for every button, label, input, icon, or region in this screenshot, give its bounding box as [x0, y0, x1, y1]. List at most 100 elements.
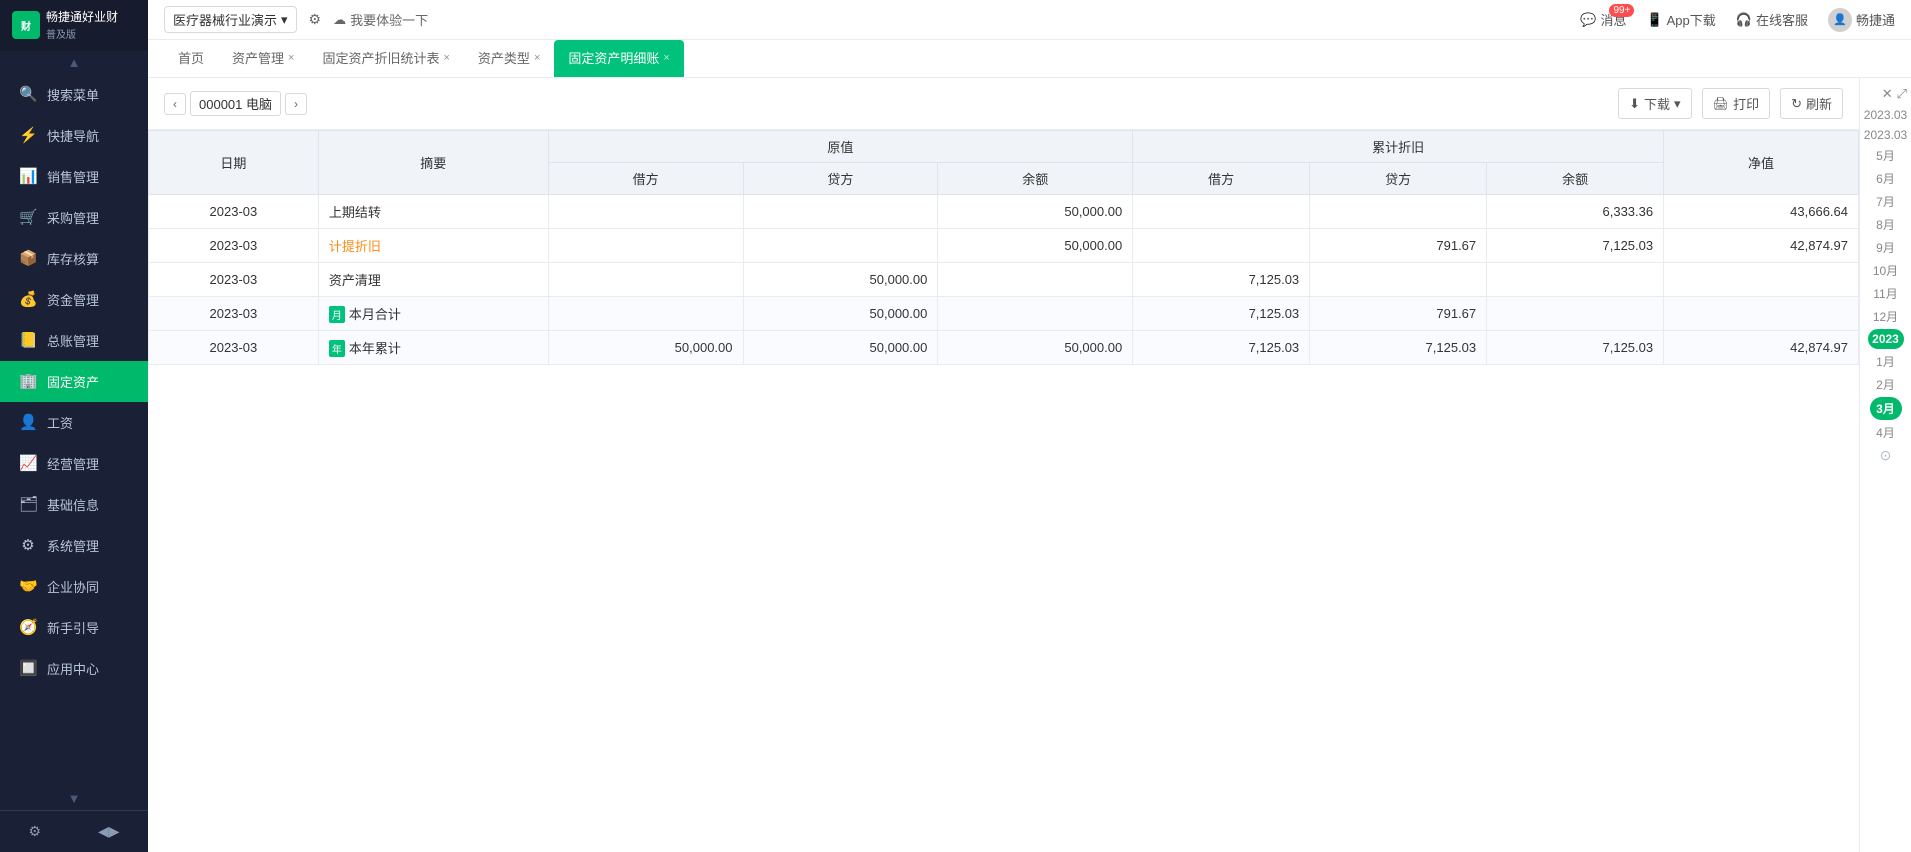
month-item-10[interactable]: 10月: [1860, 259, 1911, 282]
settings-button[interactable]: ⚙: [309, 11, 322, 28]
sidebar-item-salary[interactable]: 👤 工资: [0, 402, 148, 443]
month-item-9[interactable]: 9月: [1860, 236, 1911, 259]
gear-icon: ⚙: [19, 536, 37, 554]
building-icon: 🏢: [19, 372, 37, 390]
table-row-year-total: 2023-03 年本年累计 50,000.00 50,000.00 50,000…: [149, 331, 1859, 365]
month-item-2[interactable]: 2月: [1860, 373, 1911, 396]
tab-label: 固定资产折旧统计表: [322, 48, 439, 67]
cell-dep-balance: 7,125.03: [1487, 229, 1664, 263]
lightning-icon: ⚡: [19, 126, 37, 144]
cell-summary: 月本月合计: [318, 297, 548, 331]
cell-orig-credit: 50,000.00: [743, 331, 938, 365]
cell-net-value: 42,874.97: [1664, 229, 1859, 263]
download-label: App下载: [1667, 10, 1716, 29]
cell-orig-debit: [548, 229, 743, 263]
tab-asset-manage[interactable]: 资产管理 ×: [218, 40, 308, 77]
main-content: 医疗器械行业演示 ▾ ⚙ ☁ 我要体验一下 💬 消息 99+ 📱 App下载 🎧…: [148, 0, 1911, 852]
company-selector[interactable]: 医疗器械行业演示 ▾: [164, 6, 297, 33]
close-panel-icon[interactable]: ✕: [1882, 86, 1893, 102]
panel-scroll-down[interactable]: ⊙: [1877, 444, 1895, 467]
tab-close-icon[interactable]: ×: [288, 52, 294, 64]
message-action[interactable]: 💬 消息 99+: [1580, 10, 1626, 29]
sidebar-item-basic-info[interactable]: 🗂 基础信息: [0, 484, 148, 525]
refresh-button[interactable]: ↻ 刷新: [1780, 88, 1843, 119]
tab-asset-type[interactable]: 资产类型 ×: [464, 40, 554, 77]
tab-close-icon[interactable]: ×: [534, 52, 540, 64]
cell-orig-debit: [548, 263, 743, 297]
collapse-btn[interactable]: ◀▶: [90, 819, 128, 844]
sidebar-item-fund[interactable]: 💰 资金管理: [0, 279, 148, 320]
print-icon: 🖨: [1713, 96, 1730, 112]
sidebar-item-fixed-asset[interactable]: 🏢 固定资产: [0, 361, 148, 402]
sidebar-item-quick-nav[interactable]: ⚡ 快捷导航: [0, 115, 148, 156]
sidebar-item-guide[interactable]: 🧭 新手引导: [0, 607, 148, 648]
download-action[interactable]: 📱 App下载: [1646, 10, 1715, 29]
service-action[interactable]: 🎧 在线客服: [1736, 10, 1808, 29]
sidebar-item-label: 经营管理: [47, 454, 99, 473]
tab-home[interactable]: 首页: [164, 40, 218, 77]
sidebar-item-enterprise[interactable]: 🤝 企业协同: [0, 566, 148, 607]
year-header-label: 2023.03: [1860, 104, 1911, 124]
print-button[interactable]: 🖨 打印: [1702, 88, 1771, 119]
tab-close-icon[interactable]: ×: [443, 52, 449, 64]
sidebar-item-label: 新手引导: [47, 618, 99, 637]
th-dep-debit: 借方: [1133, 163, 1310, 195]
tab-label: 资产类型: [478, 48, 530, 67]
month-item-5[interactable]: 5月: [1860, 144, 1911, 167]
month-item-6[interactable]: 6月: [1860, 167, 1911, 190]
th-dep-credit: 贷方: [1310, 163, 1487, 195]
tab-depreciation-table[interactable]: 固定资产折旧统计表 ×: [308, 40, 463, 77]
table-row: 2023-03 计提折旧 50,000.00 791.67 7,125.03 4…: [149, 229, 1859, 263]
cell-orig-balance: 50,000.00: [938, 331, 1133, 365]
expand-panel-icon[interactable]: ⤢: [1897, 86, 1907, 102]
sidebar-scroll-down[interactable]: ▼: [0, 787, 148, 810]
cell-dep-debit: 7,125.03: [1133, 263, 1310, 297]
prev-asset-button[interactable]: ‹: [164, 93, 186, 115]
month-item-7[interactable]: 7月: [1860, 190, 1911, 213]
cell-dep-credit: 791.67: [1310, 297, 1487, 331]
cell-dep-balance: [1487, 297, 1664, 331]
service-label: 在线客服: [1756, 10, 1808, 29]
tab-asset-detail[interactable]: 固定资产明细账 ×: [554, 40, 683, 77]
message-badge: 99+: [1609, 4, 1634, 17]
page-body: ‹ 000001 电脑 › ⬇ 下载 ▾ 🖨 打印 ↻: [148, 78, 1911, 852]
badge-icon: 月: [329, 306, 345, 323]
download-button[interactable]: ⬇ 下载 ▾: [1618, 88, 1691, 119]
user-action[interactable]: 👤 畅捷通: [1828, 8, 1895, 32]
app-logo: 财 畅捷通好业财 普及版: [0, 0, 148, 51]
sidebar-scroll-up[interactable]: ▲: [0, 51, 148, 74]
tab-label: 固定资产明细账: [568, 48, 659, 67]
month-item-1[interactable]: 1月: [1860, 350, 1911, 373]
cell-net-value: 42,874.97: [1664, 331, 1859, 365]
next-asset-button[interactable]: ›: [285, 93, 307, 115]
download-label: 下载: [1644, 94, 1670, 113]
sidebar-item-inventory[interactable]: 📦 库存核算: [0, 238, 148, 279]
month-item-3[interactable]: 3月: [1870, 397, 1902, 420]
year-label-2023[interactable]: 2023: [1868, 329, 1904, 349]
sidebar-item-operation[interactable]: 📈 经营管理: [0, 443, 148, 484]
month-item-11[interactable]: 11月: [1860, 282, 1911, 305]
right-panel: ✕ ⤢ 2023.03 2023.03 5月 6月 7月 8月 9月 10月 1…: [1859, 78, 1911, 852]
sidebar-item-sales[interactable]: 📊 销售管理: [0, 156, 148, 197]
settings-bottom-btn[interactable]: ⚙: [20, 819, 49, 844]
th-original-value: 原值: [548, 131, 1133, 163]
cell-orig-balance: 50,000.00: [938, 195, 1133, 229]
experience-button[interactable]: ☁ 我要体验一下: [333, 10, 428, 29]
sidebar-item-sys-manage[interactable]: ⚙ 系统管理: [0, 525, 148, 566]
sidebar-item-ledger[interactable]: 📒 总账管理: [0, 320, 148, 361]
cell-net-value: [1664, 297, 1859, 331]
sidebar-item-search[interactable]: 🔍 搜索菜单: [0, 74, 148, 115]
cell-net-value: 43,666.64: [1664, 195, 1859, 229]
sidebar-nav: 🔍 搜索菜单 ⚡ 快捷导航 📊 销售管理 🛒 采购管理 📦 库存核算 💰 资金管…: [0, 74, 148, 787]
sidebar-item-app-center[interactable]: 🔲 应用中心: [0, 648, 148, 689]
cell-orig-credit: [743, 229, 938, 263]
sidebar-item-label: 快捷导航: [47, 126, 99, 145]
tab-close-icon[interactable]: ×: [663, 52, 669, 64]
month-item-12[interactable]: 12月: [1860, 305, 1911, 328]
month-item-4[interactable]: 4月: [1860, 421, 1911, 444]
month-item-8[interactable]: 8月: [1860, 213, 1911, 236]
chart-icon: 📊: [19, 167, 37, 185]
sidebar-item-purchase[interactable]: 🛒 采购管理: [0, 197, 148, 238]
handshake-icon: 🤝: [19, 577, 37, 595]
table-row-month-total: 2023-03 月本月合计 50,000.00 7,125.03 791.67: [149, 297, 1859, 331]
